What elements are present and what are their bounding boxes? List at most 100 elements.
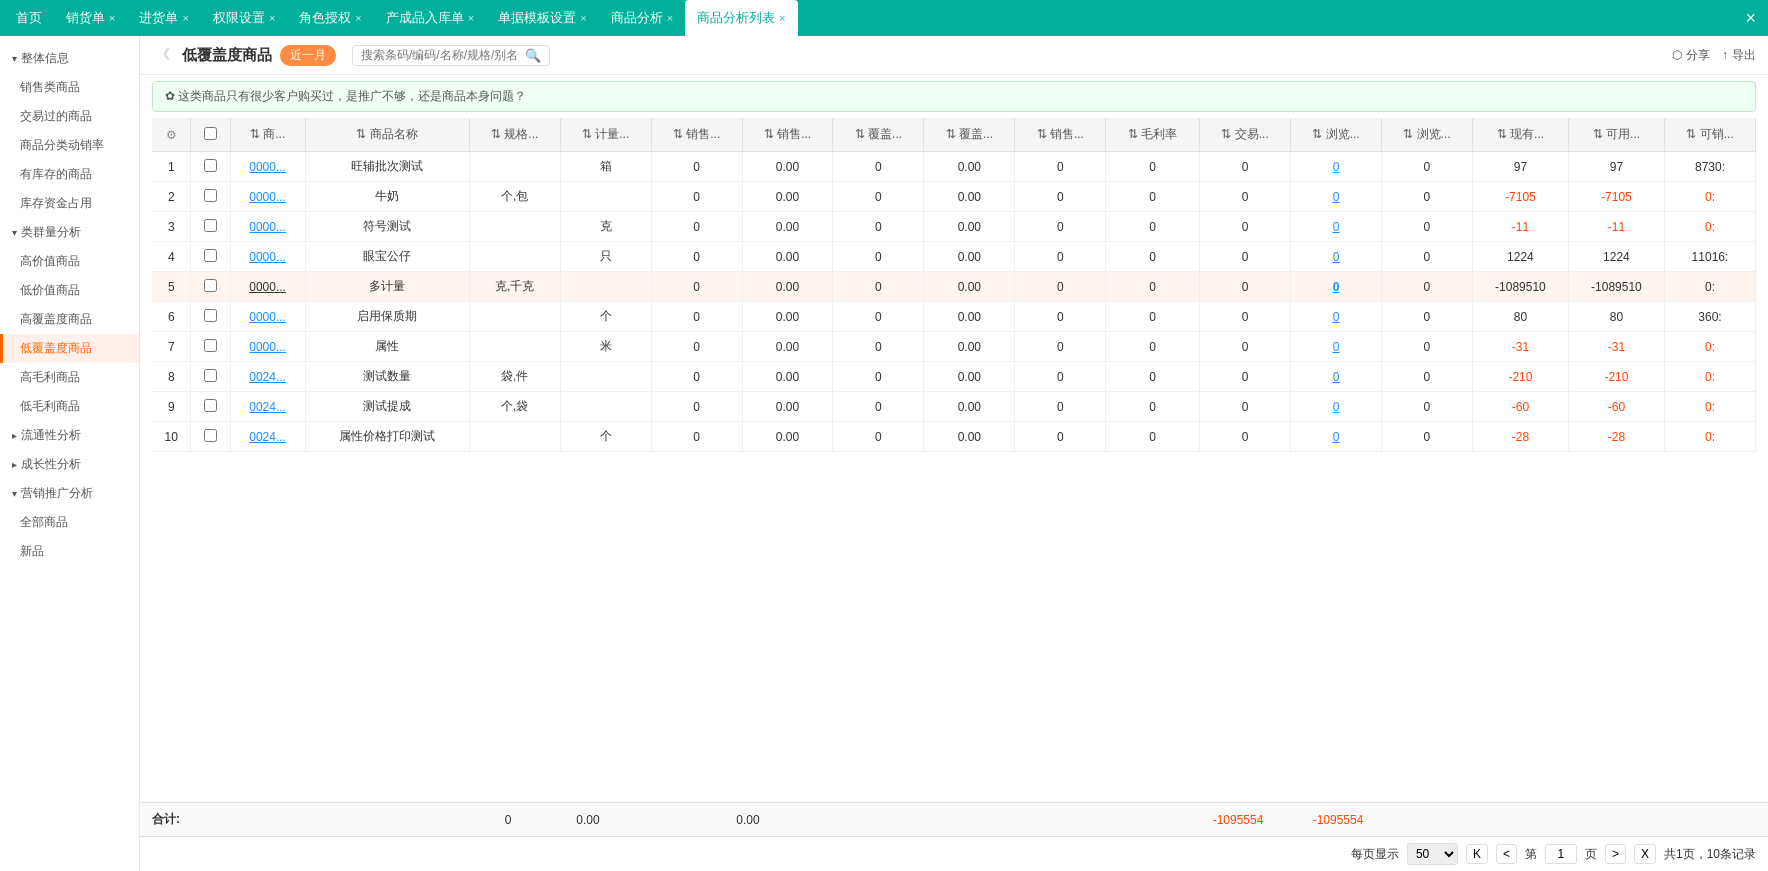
tab-permissions-close[interactable]: × bbox=[269, 0, 275, 36]
sidebar-section-category[interactable]: ▾ 类群量分析 bbox=[0, 218, 139, 247]
row-cover1: 0 bbox=[833, 152, 924, 182]
sidebar-item-sales-goods[interactable]: 销售类商品 bbox=[0, 73, 139, 102]
col-settings[interactable]: ⚙ bbox=[152, 118, 191, 152]
select-all-checkbox[interactable] bbox=[204, 127, 217, 140]
page-size-select[interactable]: 50 20 100 bbox=[1407, 843, 1458, 865]
sidebar-section-circulation[interactable]: ▸ 流通性分析 bbox=[0, 421, 139, 450]
sidebar-item-stock-capital[interactable]: 库存资金占用 bbox=[0, 189, 139, 218]
browse1-link[interactable]: 0 bbox=[1333, 280, 1340, 294]
browse1-link[interactable]: 0 bbox=[1333, 250, 1340, 264]
tab-goods-analysis[interactable]: 商品分析 × bbox=[599, 0, 685, 36]
tab-template[interactable]: 单据模板设置 × bbox=[486, 0, 598, 36]
row-checkbox[interactable] bbox=[204, 369, 217, 382]
tab-home[interactable]: 首页 bbox=[4, 0, 54, 36]
tab-production-close[interactable]: × bbox=[468, 0, 474, 36]
page-number-input[interactable] bbox=[1545, 844, 1577, 864]
col-cover1[interactable]: ⇅ 覆盖... bbox=[833, 118, 924, 152]
tab-roles-close[interactable]: × bbox=[355, 0, 361, 36]
tab-goods-analysis-list-close[interactable]: × bbox=[779, 0, 785, 36]
col-browse1[interactable]: ⇅ 浏览... bbox=[1291, 118, 1382, 152]
tab-goods-analysis-close[interactable]: × bbox=[667, 0, 673, 36]
row-avail: 1224 bbox=[1568, 242, 1664, 272]
browse1-link[interactable]: 0 bbox=[1333, 160, 1340, 174]
tab-purchase[interactable]: 进货单 × bbox=[127, 0, 200, 36]
col-name[interactable]: ⇅ 商品名称 bbox=[305, 118, 469, 152]
total-avail: -1095554 bbox=[1288, 813, 1388, 827]
sort-icon: ⇅ bbox=[250, 127, 260, 141]
row-checkbox[interactable] bbox=[204, 309, 217, 322]
col-sales1[interactable]: ⇅ 销售... bbox=[651, 118, 742, 152]
period-button[interactable]: 近一月 bbox=[280, 45, 336, 66]
export-button[interactable]: ↑ 导出 bbox=[1722, 47, 1756, 64]
browse1-link[interactable]: 0 bbox=[1333, 370, 1340, 384]
row-unit bbox=[560, 392, 651, 422]
tab-goods-analysis-list[interactable]: 商品分析列表 × bbox=[685, 0, 797, 36]
col-code[interactable]: ⇅ 商... bbox=[230, 118, 305, 152]
browse1-link[interactable]: 0 bbox=[1333, 190, 1340, 204]
col-cansell[interactable]: ⇅ 可销... bbox=[1664, 118, 1755, 152]
sidebar-item-high-margin[interactable]: 高毛利商品 bbox=[0, 363, 139, 392]
gear-icon[interactable]: ⚙ bbox=[166, 128, 177, 142]
tab-sales-close[interactable]: × bbox=[109, 0, 115, 36]
search-icon[interactable]: 🔍 bbox=[525, 48, 541, 63]
first-page-button[interactable]: K bbox=[1466, 844, 1488, 864]
sidebar-item-new-goods[interactable]: 新品 bbox=[0, 537, 139, 566]
sidebar-item-low-value[interactable]: 低价值商品 bbox=[0, 276, 139, 305]
browse1-link[interactable]: 0 bbox=[1333, 340, 1340, 354]
row-sales2: 0.00 bbox=[742, 152, 833, 182]
row-checkbox[interactable] bbox=[204, 159, 217, 172]
row-sales2: 0.00 bbox=[742, 212, 833, 242]
next-page-button[interactable]: > bbox=[1605, 844, 1626, 864]
sidebar-item-category-rate[interactable]: 商品分类动销率 bbox=[0, 131, 139, 160]
sidebar-item-high-coverage[interactable]: 高覆盖度商品 bbox=[0, 305, 139, 334]
browse1-link[interactable]: 0 bbox=[1333, 220, 1340, 234]
sidebar-section-overall[interactable]: ▾ 整体信息 bbox=[0, 44, 139, 73]
sidebar-item-low-coverage[interactable]: 低覆盖度商品 bbox=[0, 334, 139, 363]
browse1-link[interactable]: 0 bbox=[1333, 310, 1340, 324]
col-current[interactable]: ⇅ 现有... bbox=[1472, 118, 1568, 152]
data-table-wrapper[interactable]: ⚙ ⇅ 商... ⇅ 商品名称 ⇅ 规格... ⇅ 计量... ⇅ 销售... … bbox=[152, 118, 1756, 802]
row-checkbox[interactable] bbox=[204, 399, 217, 412]
row-checkbox[interactable] bbox=[204, 429, 217, 442]
row-browse1: 0 bbox=[1291, 332, 1382, 362]
sidebar-item-low-margin[interactable]: 低毛利商品 bbox=[0, 392, 139, 421]
collapse-sidebar-button[interactable]: 《 bbox=[152, 44, 174, 66]
tab-roles[interactable]: 角色授权 × bbox=[287, 0, 373, 36]
row-checkbox[interactable] bbox=[204, 189, 217, 202]
window-close-button[interactable]: × bbox=[1737, 8, 1764, 29]
row-number: 10 bbox=[152, 422, 191, 452]
row-name: 属性价格打印测试 bbox=[305, 422, 469, 452]
tab-production[interactable]: 产成品入库单 × bbox=[374, 0, 486, 36]
sidebar-section-growth[interactable]: ▸ 成长性分析 bbox=[0, 450, 139, 479]
tab-purchase-close[interactable]: × bbox=[182, 0, 188, 36]
col-sales2[interactable]: ⇅ 销售... bbox=[742, 118, 833, 152]
sidebar-section-marketing[interactable]: ▾ 营销推广分析 bbox=[0, 479, 139, 508]
col-gross[interactable]: ⇅ 毛利率 bbox=[1106, 118, 1200, 152]
tab-permissions[interactable]: 权限设置 × bbox=[201, 0, 287, 36]
col-avail[interactable]: ⇅ 可用... bbox=[1568, 118, 1664, 152]
last-page-button[interactable]: X bbox=[1634, 844, 1656, 864]
row-checkbox[interactable] bbox=[204, 279, 217, 292]
col-cover2[interactable]: ⇅ 覆盖... bbox=[924, 118, 1015, 152]
tab-sales[interactable]: 销货单 × bbox=[54, 0, 127, 36]
sidebar-item-all-goods[interactable]: 全部商品 bbox=[0, 508, 139, 537]
col-unit[interactable]: ⇅ 计量... bbox=[560, 118, 651, 152]
browse1-link[interactable]: 0 bbox=[1333, 430, 1340, 444]
row-checkbox[interactable] bbox=[204, 339, 217, 352]
sidebar-item-traded-goods[interactable]: 交易过的商品 bbox=[0, 102, 139, 131]
main-layout: ▾ 整体信息 销售类商品 交易过的商品 商品分类动销率 有库存的商品 库存资金占… bbox=[0, 36, 1768, 871]
sidebar-item-stock-goods[interactable]: 有库存的商品 bbox=[0, 160, 139, 189]
row-checkbox[interactable] bbox=[204, 219, 217, 232]
row-checkbox[interactable] bbox=[204, 249, 217, 262]
share-button[interactable]: ⬡ 分享 bbox=[1672, 47, 1710, 64]
col-checkbox[interactable] bbox=[191, 118, 230, 152]
col-spec[interactable]: ⇅ 规格... bbox=[469, 118, 560, 152]
search-input[interactable] bbox=[361, 48, 521, 62]
col-trans[interactable]: ⇅ 交易... bbox=[1200, 118, 1291, 152]
prev-page-button[interactable]: < bbox=[1496, 844, 1517, 864]
sidebar-item-high-value[interactable]: 高价值商品 bbox=[0, 247, 139, 276]
browse1-link[interactable]: 0 bbox=[1333, 400, 1340, 414]
col-browse2[interactable]: ⇅ 浏览... bbox=[1381, 118, 1472, 152]
col-sales3[interactable]: ⇅ 销售... bbox=[1015, 118, 1106, 152]
tab-template-close[interactable]: × bbox=[580, 0, 586, 36]
